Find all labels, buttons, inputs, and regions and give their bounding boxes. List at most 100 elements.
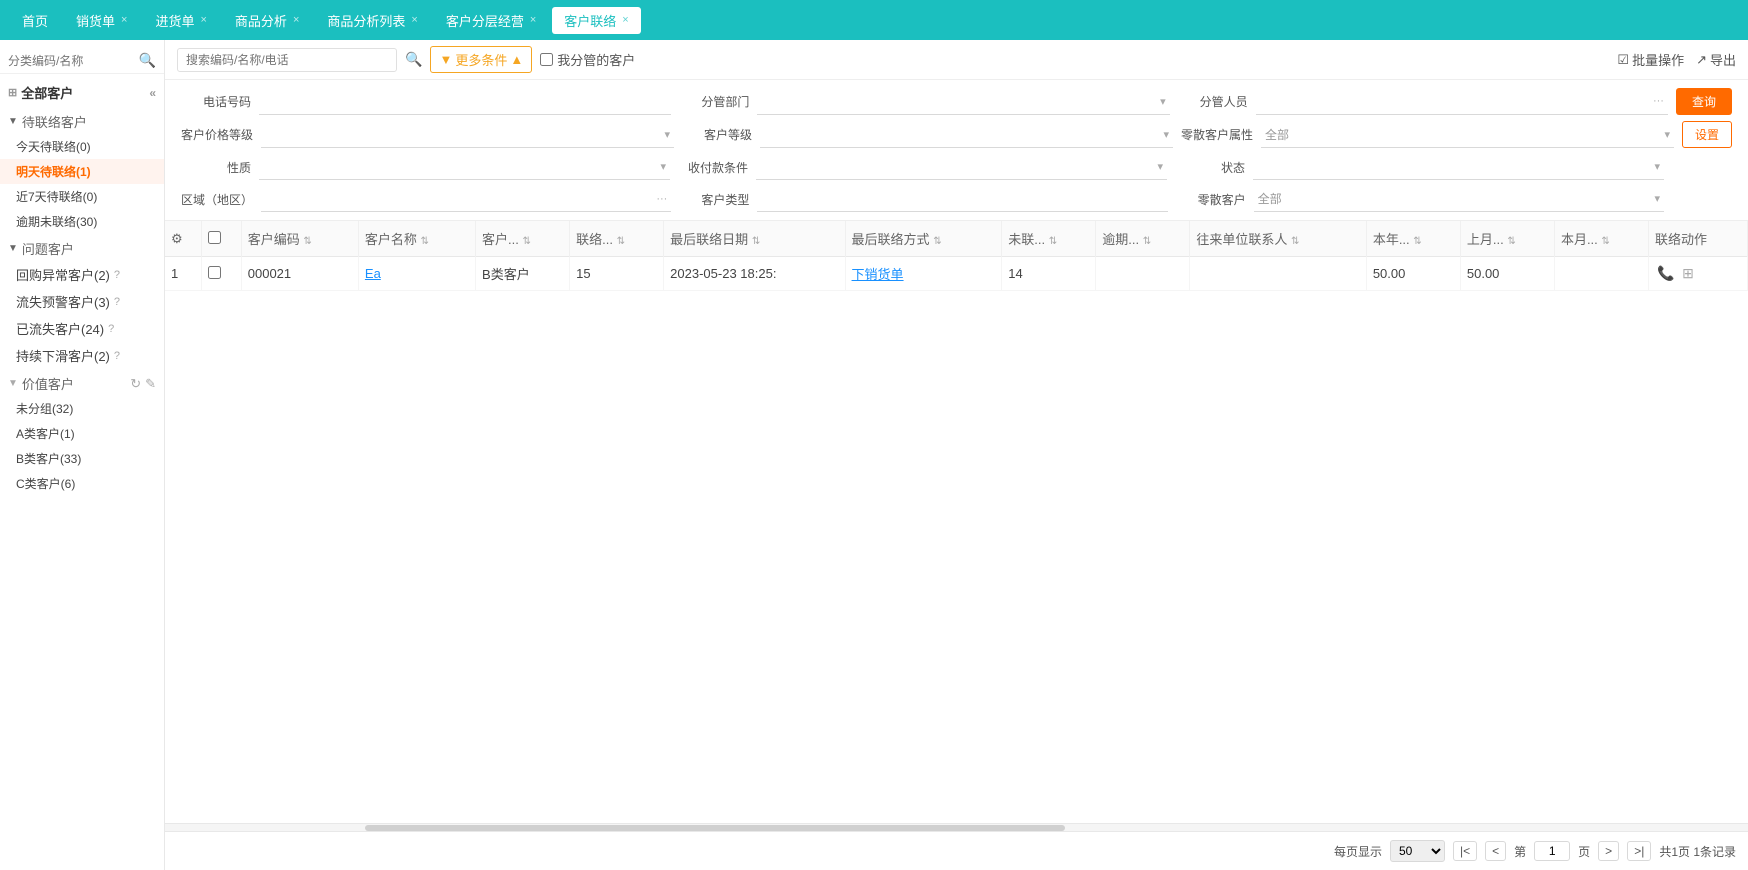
filter-region-input[interactable] [261, 186, 671, 212]
filter-customer-tier-input[interactable] [760, 122, 1173, 148]
sidebar-item-class-b[interactable]: B类客户(33) [0, 446, 164, 471]
sidebar-item-today[interactable]: 今天待联络(0) [0, 134, 164, 159]
last-page-btn[interactable]: >| [1627, 841, 1651, 861]
search-submit-icon[interactable]: 🔍 [405, 51, 422, 68]
contact-icon[interactable]: 📞 [1657, 265, 1674, 281]
next-page-btn[interactable]: > [1598, 841, 1619, 861]
col-code[interactable]: 客户编码 ⇅ [241, 221, 358, 257]
select-all-checkbox[interactable] [208, 231, 221, 244]
row-select-checkbox[interactable] [208, 266, 221, 279]
filter-payment-input[interactable] [756, 154, 1167, 180]
col-type[interactable]: 客户... ⇅ [476, 221, 570, 257]
col-contact-count[interactable]: 联络... ⇅ [570, 221, 664, 257]
sort-icon-year: ⇅ [1413, 236, 1421, 247]
row-contact-count: 15 [570, 257, 664, 291]
settings-icon[interactable]: ⚙ [171, 231, 183, 246]
filter-label-customer-tier: 客户等级 [682, 126, 752, 143]
per-page-select[interactable]: 50 100 200 [1390, 840, 1445, 862]
grid-icon: ⊞ [8, 86, 17, 99]
nav-sales[interactable]: 销货单 × [64, 7, 139, 34]
sidebar-item-ungrouped[interactable]: 未分组(32) [0, 396, 164, 421]
row-checkbox[interactable] [202, 257, 242, 291]
nav-customer-contact-close-icon[interactable]: × [622, 14, 628, 26]
col-overdue[interactable]: 逾期... ⇅ [1096, 221, 1190, 257]
sidebar-item-overdue[interactable]: 逾期未联络(30) [0, 209, 164, 234]
filter-nature-input[interactable] [259, 154, 670, 180]
filter-retail-customer-input[interactable]: 全部 [1254, 186, 1664, 212]
col-contact-person[interactable]: 往来单位联系人 ⇅ [1190, 221, 1366, 257]
filter-label-payment: 收付款条件 [678, 159, 748, 176]
page-number-input[interactable] [1534, 841, 1570, 861]
horizontal-scrollbar[interactable] [165, 823, 1748, 831]
nav-product-analysis[interactable]: 商品分析 × [223, 7, 311, 34]
sidebar-item-churn-warning[interactable]: 流失预警客户(3) ? [0, 288, 164, 315]
col-last-month[interactable]: 上月... ⇅ [1460, 221, 1554, 257]
row-last-method[interactable]: 下销货单 [845, 257, 1002, 291]
right-actions: ☑ 批量操作 ↗ 导出 [1617, 50, 1736, 69]
nav-customer-tier-close-icon[interactable]: × [530, 14, 536, 26]
scrollbar-thumb[interactable] [365, 825, 1065, 831]
sidebar-item-tomorrow[interactable]: 明天待联络(1) [0, 159, 164, 184]
sidebar-item-repurchase[interactable]: 回购异常客户(2) ? [0, 261, 164, 288]
filter-retail-attr-input[interactable]: 全部 [1261, 122, 1674, 148]
col-checkbox[interactable] [202, 221, 242, 257]
nav-sales-close-icon[interactable]: × [121, 14, 127, 26]
filter-phone-input[interactable] [259, 89, 671, 115]
collapse-icon[interactable]: « [149, 86, 156, 100]
filter-label-customer-type: 客户类型 [679, 191, 749, 208]
info-icon3: ? [108, 323, 114, 335]
sidebar-item-week[interactable]: 近7天待联络(0) [0, 184, 164, 209]
nav-product-analysis-close-icon[interactable]: × [293, 14, 299, 26]
refresh-icon[interactable]: ↻ [130, 376, 141, 392]
nav-purchase[interactable]: 进货单 × [143, 7, 218, 34]
my-customers-checkbox-wrap[interactable]: 我分管的客户 [540, 50, 635, 69]
more-action-icon[interactable]: ⊞ [1682, 265, 1694, 281]
sidebar-item-declining[interactable]: 持续下滑客户(2) ? [0, 342, 164, 369]
col-this-month[interactable]: 本月... ⇅ [1554, 221, 1648, 257]
sidebar-all-customers[interactable]: ⊞ 全部客户 « [0, 78, 164, 107]
batch-op-btn[interactable]: ☑ 批量操作 [1617, 50, 1684, 69]
query-button[interactable]: 查询 [1676, 88, 1732, 115]
info-icon2: ? [114, 296, 120, 308]
sidebar-item-class-a[interactable]: A类客户(1) [0, 421, 164, 446]
sidebar-pending-section: ▼ 待联络客户 [0, 107, 164, 134]
filter-dept-input[interactable] [757, 89, 1169, 115]
per-page-label: 每页显示 [1334, 843, 1382, 860]
settings-button[interactable]: 设置 [1682, 121, 1732, 148]
row-name[interactable]: Ea [358, 257, 475, 291]
nav-product-analysis-list[interactable]: 商品分析列表 × [315, 7, 429, 34]
advanced-filter: 电话号码 分管部门 分管人员 查询 客户价格等级 客户等级 零散客户属性 全部 … [165, 80, 1748, 221]
nav-customer-tier[interactable]: 客户分层经营 × [434, 7, 548, 34]
first-page-btn[interactable]: |< [1453, 841, 1477, 861]
col-settings[interactable]: ⚙ [165, 221, 202, 257]
prev-page-btn[interactable]: < [1485, 841, 1506, 861]
table-row: 1 000021 Ea B类客户 15 2023-05-23 18:25: 下销… [165, 257, 1748, 291]
filter-manager-input[interactable] [1256, 89, 1668, 115]
filter-status-input[interactable] [1253, 154, 1664, 180]
col-name[interactable]: 客户名称 ⇅ [358, 221, 475, 257]
filter-customer-type-input[interactable] [757, 186, 1167, 212]
sidebar-item-class-c[interactable]: C类客户(6) [0, 471, 164, 496]
search-input[interactable] [177, 48, 397, 72]
chevron-up-icon: ▲ [510, 52, 523, 67]
filter-label-nature: 性质 [181, 159, 251, 176]
nav-purchase-close-icon[interactable]: × [200, 14, 206, 26]
export-btn[interactable]: ↗ 导出 [1696, 50, 1736, 69]
sidebar-search-icon[interactable]: 🔍 [139, 52, 156, 69]
nav-customer-contact[interactable]: 客户联络 × [552, 7, 640, 34]
col-uncontacted[interactable]: 未联... ⇅ [1002, 221, 1096, 257]
col-this-year[interactable]: 本年... ⇅ [1366, 221, 1460, 257]
filter-price-tier-input[interactable] [261, 122, 674, 148]
edit-icon[interactable]: ✎ [145, 376, 156, 392]
col-last-date[interactable]: 最后联络日期 ⇅ [664, 221, 845, 257]
triangle-icon2: ▼ [8, 243, 18, 254]
col-last-method[interactable]: 最后联络方式 ⇅ [845, 221, 1002, 257]
nav-product-list-close-icon[interactable]: × [411, 14, 417, 26]
my-customers-checkbox[interactable] [540, 53, 553, 66]
nav-home[interactable]: 首页 [10, 7, 60, 34]
sidebar-search-input[interactable] [8, 54, 139, 68]
row-action[interactable]: 📞 ⊞ [1649, 257, 1748, 291]
sidebar-item-churned[interactable]: 已流失客户(24) ? [0, 315, 164, 342]
info-icon4: ? [114, 350, 120, 362]
more-conditions-btn[interactable]: ▼ 更多条件 ▲ [430, 46, 532, 73]
